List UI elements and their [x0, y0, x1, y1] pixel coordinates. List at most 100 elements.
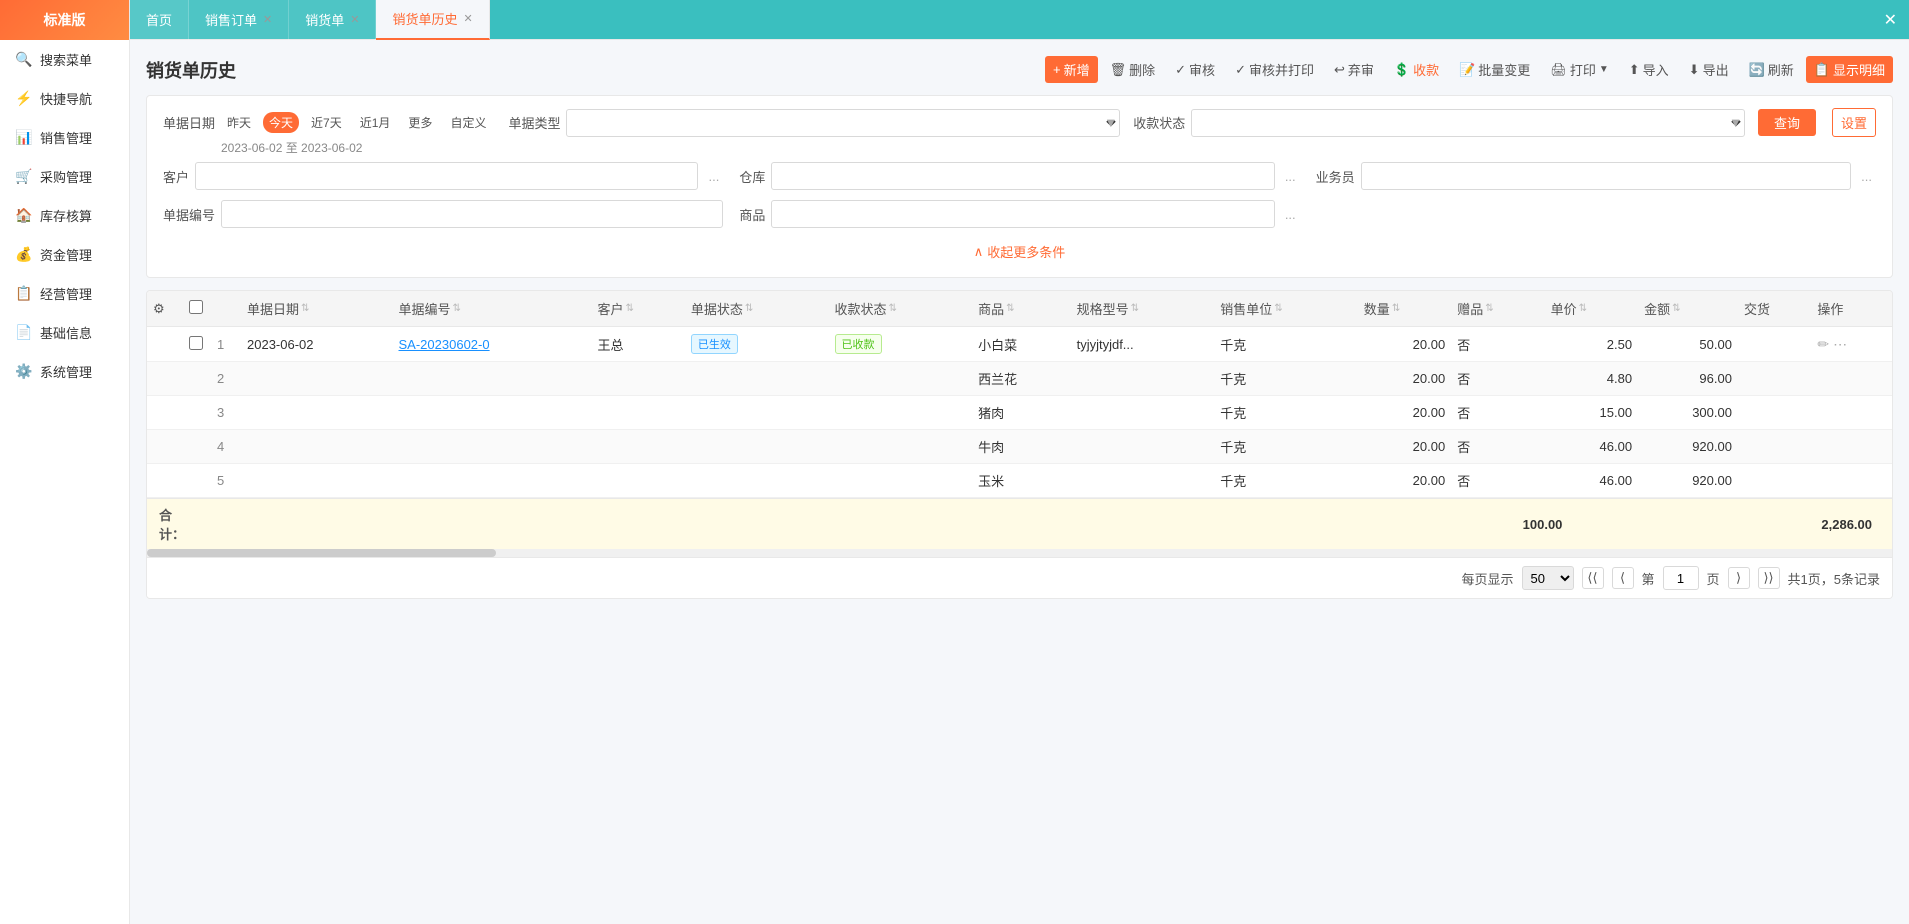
edit-icon[interactable]: ✏	[1817, 336, 1829, 353]
filter-customer-input[interactable]	[195, 162, 698, 190]
page-content: 销货单历史 + 新增 🗑 删除 ✓ 审核 ✓ 审核并打印	[130, 40, 1909, 924]
sidebar-item-sales-mgmt[interactable]: 📊 销售管理	[0, 118, 129, 157]
settings-button[interactable]: 设置	[1832, 108, 1876, 137]
row-settings	[147, 327, 183, 362]
tab-sales-delivery-close[interactable]: ✕	[350, 13, 359, 26]
page-input[interactable]	[1663, 566, 1699, 590]
page-size-select[interactable]: 50 100 200	[1522, 566, 1574, 590]
row-doc-no[interactable]	[393, 464, 592, 498]
query-label: 查询	[1774, 113, 1800, 132]
filter-docno-label: 单据编号	[163, 205, 215, 224]
tab-sales-history[interactable]: 销货单历史 ✕	[376, 0, 489, 40]
filter-salesperson-input[interactable]	[1361, 162, 1851, 190]
date-yesterday-btn[interactable]: 昨天	[221, 112, 257, 133]
filter-goods-input[interactable]	[771, 200, 1274, 228]
th-doc-status[interactable]: 单据状态 ⇅	[685, 291, 829, 327]
filter-docno-item: 单据编号	[163, 200, 723, 228]
sidebar-item-finance-mgmt[interactable]: 💰 资金管理	[0, 235, 129, 274]
th-gift[interactable]: 赠品 ⇅	[1451, 291, 1544, 327]
goods-ellipsis[interactable]: ...	[1281, 207, 1300, 222]
th-doc-date[interactable]: 单据日期 ⇅	[241, 291, 393, 327]
row-collect-status	[829, 464, 973, 498]
refresh-label: 刷新	[1768, 60, 1794, 79]
audit-button[interactable]: ✓ 审核	[1167, 56, 1223, 83]
customer-ellipsis[interactable]: ...	[704, 169, 723, 184]
date-7days-btn[interactable]: 近7天	[305, 112, 348, 133]
sidebar-item-search-menu[interactable]: 🔍 搜索菜单	[0, 40, 129, 79]
page-first-button[interactable]: ⟨⟨	[1582, 567, 1604, 589]
sidebar-item-purchase-mgmt[interactable]: 🛒 采购管理	[0, 157, 129, 196]
tab-sales-order[interactable]: 销售订单 ✕	[189, 0, 289, 40]
sidebar-item-operation-mgmt[interactable]: 📋 经营管理	[0, 274, 129, 313]
abandon-button[interactable]: ↩ 弃审	[1326, 56, 1382, 83]
row-num: 5	[211, 464, 241, 498]
th-unit-price[interactable]: 单价 ⇅	[1545, 291, 1638, 327]
sidebar-item-basic-info[interactable]: 📄 基础信息	[0, 313, 129, 352]
page-next-button[interactable]: ⟩	[1728, 567, 1750, 589]
tab-sales-delivery[interactable]: 销货单 ✕	[289, 0, 376, 40]
th-goods[interactable]: 商品 ⇅	[972, 291, 1070, 327]
row-gift: 否	[1451, 362, 1544, 396]
collapse-button[interactable]: ∧ 收起更多条件	[966, 238, 1074, 265]
show-detail-button[interactable]: 📋 显示明细	[1806, 56, 1893, 83]
th-unit[interactable]: 销售单位 ⇅	[1214, 291, 1358, 327]
date-more-btn[interactable]: 更多	[402, 112, 438, 133]
date-1month-btn[interactable]: 近1月	[354, 112, 397, 133]
tab-sales-order-close[interactable]: ✕	[263, 13, 272, 26]
row-amount: 96.00	[1638, 362, 1738, 396]
tab-sales-history-close[interactable]: ✕	[464, 12, 473, 25]
row-checkbox[interactable]	[189, 336, 203, 350]
table-header-row: ⚙ 单据日期 ⇅	[147, 291, 1892, 327]
select-all-checkbox[interactable]	[189, 300, 203, 314]
sidebar-item-system-mgmt[interactable]: ⚙️ 系统管理	[0, 352, 129, 391]
table-settings-icon[interactable]: ⚙	[153, 301, 165, 316]
filter-collect-status-label: 收款状态	[1133, 113, 1185, 132]
th-collect-status[interactable]: 收款状态 ⇅	[829, 291, 973, 327]
filter-collect-status-select[interactable]	[1191, 109, 1745, 137]
import-button[interactable]: ⬆ 导入	[1621, 56, 1677, 83]
row-doc-no[interactable]	[393, 362, 592, 396]
audit-print-button[interactable]: ✓ 审核并打印	[1227, 56, 1322, 83]
filter-docno-input[interactable]	[221, 200, 723, 228]
batch-change-button[interactable]: 📝 批量变更	[1451, 56, 1538, 83]
row-doc-no[interactable]: SA-20230602-0	[393, 327, 592, 362]
page-prev-button[interactable]: ⟨	[1612, 567, 1634, 589]
th-qty[interactable]: 数量 ⇅	[1358, 291, 1451, 327]
date-custom-btn[interactable]: 自定义	[444, 112, 492, 133]
sidebar-item-inventory-calc[interactable]: 🏠 库存核算	[0, 196, 129, 235]
new-button[interactable]: + 新增	[1045, 56, 1098, 83]
filter-doc-type-select[interactable]	[566, 109, 1120, 137]
print-button[interactable]: 🖨 打印 ▼	[1542, 56, 1616, 83]
doc-no-link[interactable]: SA-20230602-0	[399, 337, 490, 352]
th-customer[interactable]: 客户 ⇅	[591, 291, 684, 327]
row-doc-no[interactable]	[393, 430, 592, 464]
filter-row-1: 单据日期 昨天 今天 近7天 近1月 更多 自定义 单据类型 ▼	[163, 108, 1876, 137]
row-gift: 否	[1451, 327, 1544, 362]
tab-home[interactable]: 首页	[130, 0, 189, 40]
salesperson-ellipsis[interactable]: ...	[1857, 169, 1876, 184]
actions-col-label: 操作	[1817, 302, 1843, 317]
refresh-button[interactable]: 🔄 刷新	[1741, 56, 1802, 83]
row-actions	[1811, 396, 1892, 430]
warehouse-ellipsis[interactable]: ...	[1281, 169, 1300, 184]
row-doc-date	[241, 362, 393, 396]
table-scrollbar[interactable]	[147, 549, 1892, 557]
tab-close-all[interactable]: ✕	[1884, 10, 1909, 30]
sidebar-item-quick-nav[interactable]: ⚡ 快捷导航	[0, 79, 129, 118]
date-today-btn[interactable]: 今天	[263, 112, 299, 133]
page-last-button[interactable]: ⟩⟩	[1758, 567, 1780, 589]
query-button[interactable]: 查询	[1758, 109, 1816, 136]
th-spec-type[interactable]: 规格型号 ⇅	[1071, 291, 1215, 327]
collect-status-col-label: 收款状态	[835, 299, 887, 318]
footer-total-qty: 100.00	[1470, 517, 1570, 532]
delete-button[interactable]: 🗑 删除	[1102, 56, 1164, 83]
th-amount[interactable]: 金额 ⇅	[1638, 291, 1738, 327]
row-doc-no[interactable]	[393, 396, 592, 430]
collect-button[interactable]: 💲 收款	[1386, 56, 1447, 83]
filter-warehouse-input[interactable]	[771, 162, 1274, 190]
th-doc-no[interactable]: 单据编号 ⇅	[393, 291, 592, 327]
row-doc-status	[685, 430, 829, 464]
table-wrap: ⚙ 单据日期 ⇅	[147, 291, 1892, 498]
export-button[interactable]: ⬇ 导出	[1681, 56, 1737, 83]
more-actions-icon[interactable]: ⋯	[1833, 336, 1847, 353]
